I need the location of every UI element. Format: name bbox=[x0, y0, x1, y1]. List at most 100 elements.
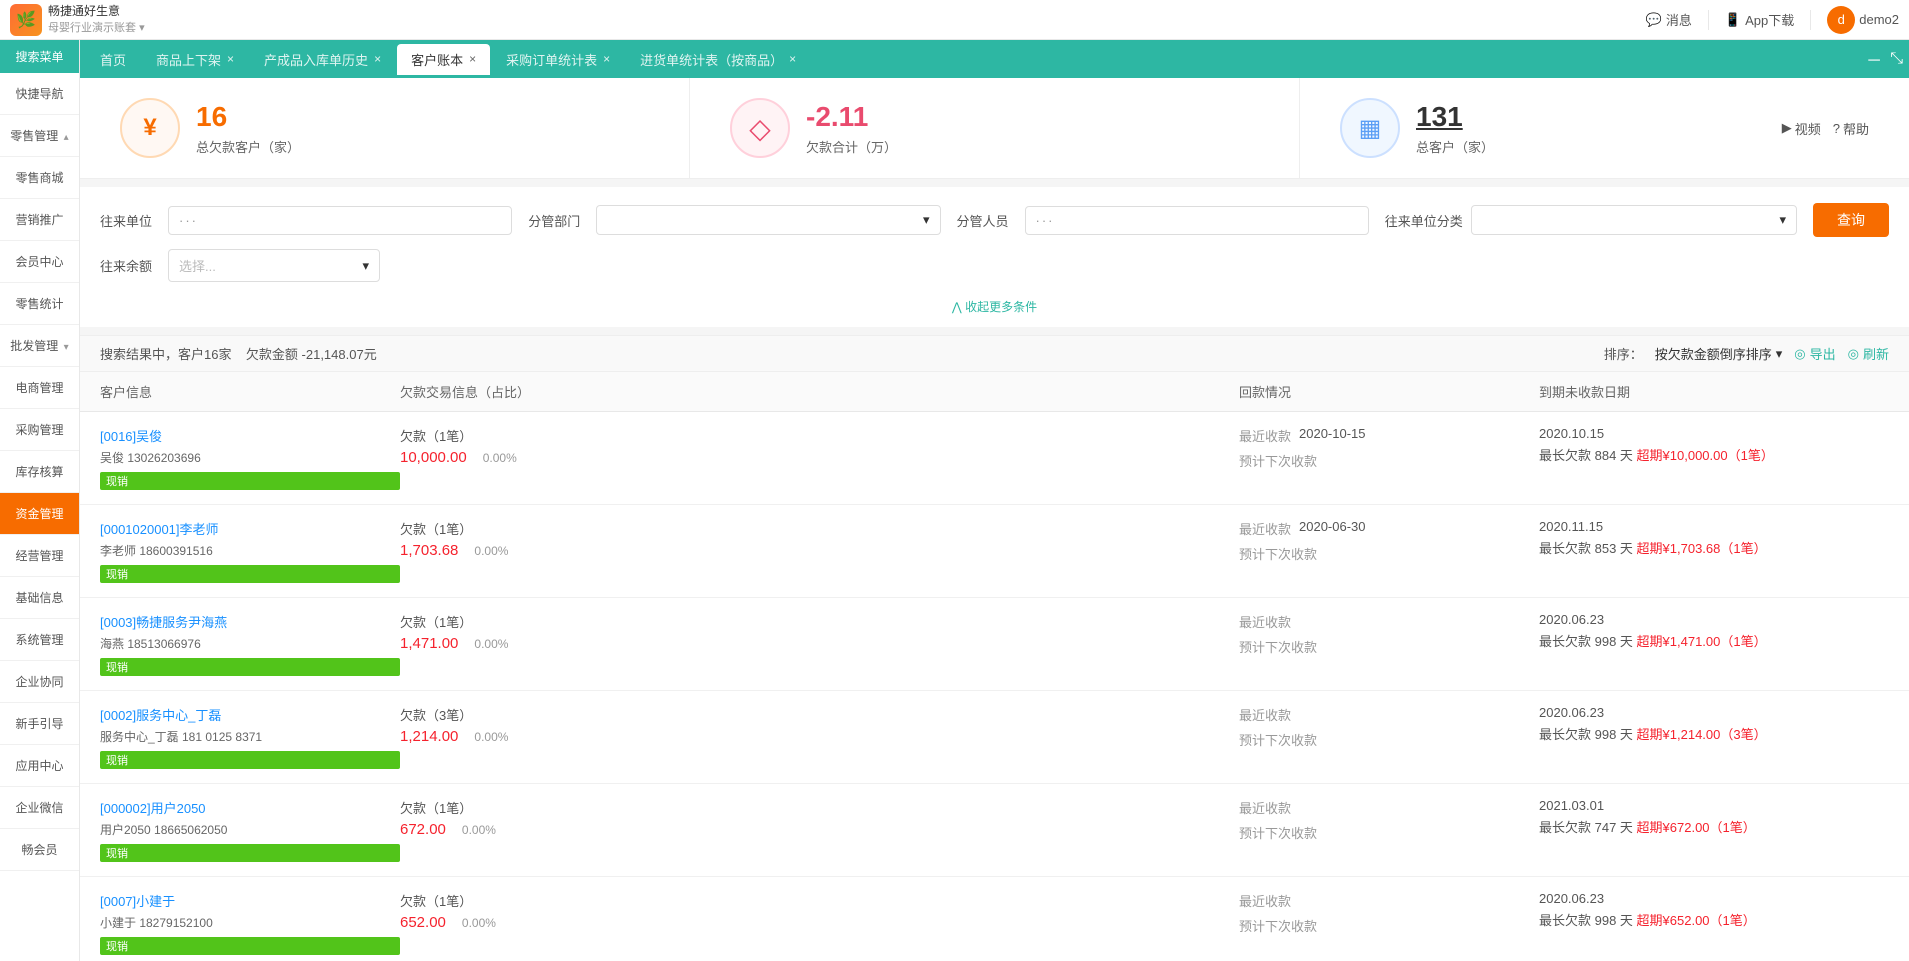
sidebar-item-retail-stats[interactable]: 零售统计 bbox=[0, 283, 79, 325]
header-customer: 客户信息 bbox=[100, 382, 400, 401]
debt-ratio-jian: 0.00% bbox=[462, 916, 496, 930]
overdue-link-ding[interactable]: 超期¥1,214.00（3笔） bbox=[1637, 727, 1767, 742]
stats-bar: ¥ 16 总欠款客户（家） ◇ -2.11 欠款合计（万） bbox=[80, 78, 1909, 179]
debt-info-li: 欠款（1笔） 1,703.68 0.00% bbox=[400, 519, 1239, 559]
app-container: 🌿 畅捷通好生意 母婴行业演示账套 ▾ 💬 消息 📱 App下载 d bbox=[0, 0, 1909, 961]
tab-purchase-stats[interactable]: 进货单统计表（按商品） × bbox=[626, 44, 810, 75]
export-btn[interactable]: ◎ 导出 bbox=[1794, 344, 1835, 363]
top-bar-right: 💬 消息 📱 App下载 d demo2 bbox=[1646, 6, 1899, 34]
tab-close-production-history[interactable]: × bbox=[374, 53, 381, 65]
debt-ratio-ding: 0.00% bbox=[474, 730, 508, 744]
tab-product-list[interactable]: 商品上下架 × bbox=[142, 44, 248, 75]
logo-icon: 🌿 bbox=[10, 4, 42, 36]
filter-select-unit-category[interactable]: ▾ bbox=[1471, 205, 1797, 235]
collapse-bar[interactable]: ⋀ 收起更多条件 bbox=[100, 294, 1889, 319]
sidebar-item-operations[interactable]: 经营管理 bbox=[0, 535, 79, 577]
sidebar-search[interactable]: 搜索菜单 bbox=[0, 40, 79, 73]
customer-info-jian: [0007]小建于 小建于 18279152100 现销 bbox=[100, 891, 400, 955]
message-btn[interactable]: 💬 消息 bbox=[1646, 10, 1692, 29]
separator2 bbox=[1810, 10, 1811, 30]
return-info-0016: 最近收款 2020-10-15 预计下次收款 bbox=[1239, 426, 1539, 470]
tab-bar: 首页 商品上下架 × 产成品入库单历史 × 客户账本 × 采购订单统计表 × bbox=[80, 40, 1909, 78]
help-btn[interactable]: ?帮助 bbox=[1833, 119, 1869, 138]
user-avatar[interactable]: d demo2 bbox=[1827, 6, 1899, 34]
filter-select-balance[interactable]: 选择... ▾ bbox=[168, 249, 380, 282]
tab-maximize-icon[interactable]: ⤡ bbox=[1890, 50, 1903, 68]
filter-label-balance: 往来余额 bbox=[100, 256, 160, 275]
table-row: [000002]用户2050 用户2050 18665062050 现销 欠款（… bbox=[80, 784, 1909, 877]
sidebar-item-marketing[interactable]: 营销推广 bbox=[0, 199, 79, 241]
overdue-link-hai[interactable]: 超期¥1,471.00（1笔） bbox=[1637, 634, 1767, 649]
tab-minimize-icon[interactable]: － bbox=[1866, 47, 1882, 71]
sidebar-item-member-plus[interactable]: 畅会员 bbox=[0, 829, 79, 871]
customer-phone-ding: 服务中心_丁磊 181 0125 8371 bbox=[100, 728, 400, 745]
customer-name-hai[interactable]: [0003]畅捷服务尹海燕 bbox=[100, 612, 400, 631]
sidebar-item-member[interactable]: 会员中心 bbox=[0, 241, 79, 283]
overdue-date-ding: 2020.06.23 bbox=[1539, 705, 1889, 720]
sidebar-item-retail-mgmt[interactable]: 零售管理 ▴ bbox=[0, 115, 79, 157]
customer-phone-0016: 吴俊 13026203696 bbox=[100, 449, 400, 466]
tab-purchase-order[interactable]: 采购订单统计表 × bbox=[492, 44, 624, 75]
sidebar-item-retail-store[interactable]: 零售商城 bbox=[0, 157, 79, 199]
filter-label-unit-category: 往来单位分类 bbox=[1385, 211, 1463, 230]
search-button[interactable]: 查询 bbox=[1813, 203, 1889, 237]
overdue-info-li: 2020.11.15 最长欠款 853 天 超期¥1,703.68（1笔） bbox=[1539, 519, 1889, 557]
overdue-link-0016[interactable]: 超期¥10,000.00（1笔） bbox=[1637, 448, 1774, 463]
debt-count-ding: 欠款（3笔） bbox=[400, 705, 472, 724]
sidebar-item-inventory[interactable]: 库存核算 bbox=[0, 451, 79, 493]
sidebar-item-app-center[interactable]: 应用中心 bbox=[0, 745, 79, 787]
data-table: 客户信息 欠款交易信息（占比） 回款情况 到期未收款日期 [0016]吴俊 吴俊… bbox=[80, 372, 1909, 961]
customer-name-li[interactable]: [0001020001]李老师 bbox=[100, 519, 400, 538]
sidebar-item-purchase[interactable]: 采购管理 bbox=[0, 409, 79, 451]
filter-area: 往来单位 ··· 分管部门 ▾ bbox=[80, 187, 1909, 327]
tab-close-product-list[interactable]: × bbox=[227, 53, 234, 65]
overdue-date-2050: 2021.03.01 bbox=[1539, 798, 1889, 813]
sidebar-item-enterprise[interactable]: 企业协同 bbox=[0, 661, 79, 703]
table-row: [0003]畅捷服务尹海燕 海燕 18513066976 现销 欠款（1笔） 1… bbox=[80, 598, 1909, 691]
overdue-days-hai: 最长欠款 998 天 超期¥1,471.00（1笔） bbox=[1539, 631, 1889, 650]
filter-branch-dept: 分管部门 ▾ bbox=[528, 205, 940, 235]
app-download-btn[interactable]: 📱 App下载 bbox=[1725, 10, 1794, 29]
customer-name-0016[interactable]: [0016]吴俊 bbox=[100, 426, 400, 445]
logo-area: 🌿 畅捷通好生意 母婴行业演示账套 ▾ bbox=[10, 4, 210, 36]
filter-input-manager[interactable]: ··· bbox=[1025, 206, 1369, 235]
video-btn[interactable]: ▶视频 bbox=[1782, 119, 1821, 138]
tab-close-purchase-stats[interactable]: × bbox=[789, 53, 796, 65]
tab-customer-account[interactable]: 客户账本 × bbox=[397, 44, 490, 75]
industry-name[interactable]: 母婴行业演示账套 ▾ bbox=[48, 19, 145, 35]
overdue-link-jian[interactable]: 超期¥652.00（1笔） bbox=[1637, 913, 1756, 928]
tab-close-customer-account[interactable]: × bbox=[469, 53, 476, 65]
customer-tag-li: 现销 bbox=[100, 565, 400, 583]
table-row: [0001020001]李老师 李老师 18600391516 现销 欠款（1笔… bbox=[80, 505, 1909, 598]
customer-name-ding[interactable]: [0002]服务中心_丁磊 bbox=[100, 705, 400, 724]
filter-input-source-unit[interactable]: ··· bbox=[168, 206, 512, 235]
customer-info-li: [0001020001]李老师 李老师 18600391516 现销 bbox=[100, 519, 400, 583]
overdue-date-li: 2020.11.15 bbox=[1539, 519, 1889, 534]
sidebar-item-finance[interactable]: 资金管理 bbox=[0, 493, 79, 535]
customer-phone-2050: 用户2050 18665062050 bbox=[100, 821, 400, 838]
sort-select[interactable]: 按欠款金额倒序排序 ▾ bbox=[1655, 344, 1783, 363]
customer-name-jian[interactable]: [0007]小建于 bbox=[100, 891, 400, 910]
filter-select-branch-dept[interactable]: ▾ bbox=[596, 205, 940, 235]
sidebar-item-quick-nav[interactable]: 快捷导航 bbox=[0, 73, 79, 115]
debt-info-0016: 欠款（1笔） 10,000.00 0.00% bbox=[400, 426, 1239, 466]
tab-home[interactable]: 首页 bbox=[86, 44, 140, 75]
customer-name-2050[interactable]: [000002]用户2050 bbox=[100, 798, 400, 817]
overdue-link-2050[interactable]: 超期¥672.00（1笔） bbox=[1637, 820, 1756, 835]
tab-close-purchase-order[interactable]: × bbox=[603, 53, 610, 65]
sidebar-item-system[interactable]: 系统管理 bbox=[0, 619, 79, 661]
debt-amount-0016: 10,000.00 bbox=[400, 449, 467, 466]
debt-info-2050: 欠款（1笔） 672.00 0.00% bbox=[400, 798, 1239, 838]
sidebar-item-ecommerce[interactable]: 电商管理 bbox=[0, 367, 79, 409]
tab-production-history[interactable]: 产成品入库单历史 × bbox=[250, 44, 395, 75]
sidebar-item-basic-info[interactable]: 基础信息 bbox=[0, 577, 79, 619]
sidebar-item-batch-mgmt[interactable]: 批发管理 ▾ bbox=[0, 325, 79, 367]
customer-info-2050: [000002]用户2050 用户2050 18665062050 现销 bbox=[100, 798, 400, 862]
overdue-link-li[interactable]: 超期¥1,703.68（1笔） bbox=[1637, 541, 1767, 556]
sidebar-item-wechat[interactable]: 企业微信 bbox=[0, 787, 79, 829]
customer-info-0016: [0016]吴俊 吴俊 13026203696 现销 bbox=[100, 426, 400, 490]
stat-card-debt-amount: ◇ -2.11 欠款合计（万） bbox=[690, 78, 1300, 178]
refresh-btn[interactable]: ◎ 刷新 bbox=[1848, 344, 1889, 363]
sidebar-item-newbie[interactable]: 新手引导 bbox=[0, 703, 79, 745]
stat-card-total-customers: ▦ 131 总客户（家） ▶视频 ?帮助 bbox=[1300, 78, 1909, 178]
